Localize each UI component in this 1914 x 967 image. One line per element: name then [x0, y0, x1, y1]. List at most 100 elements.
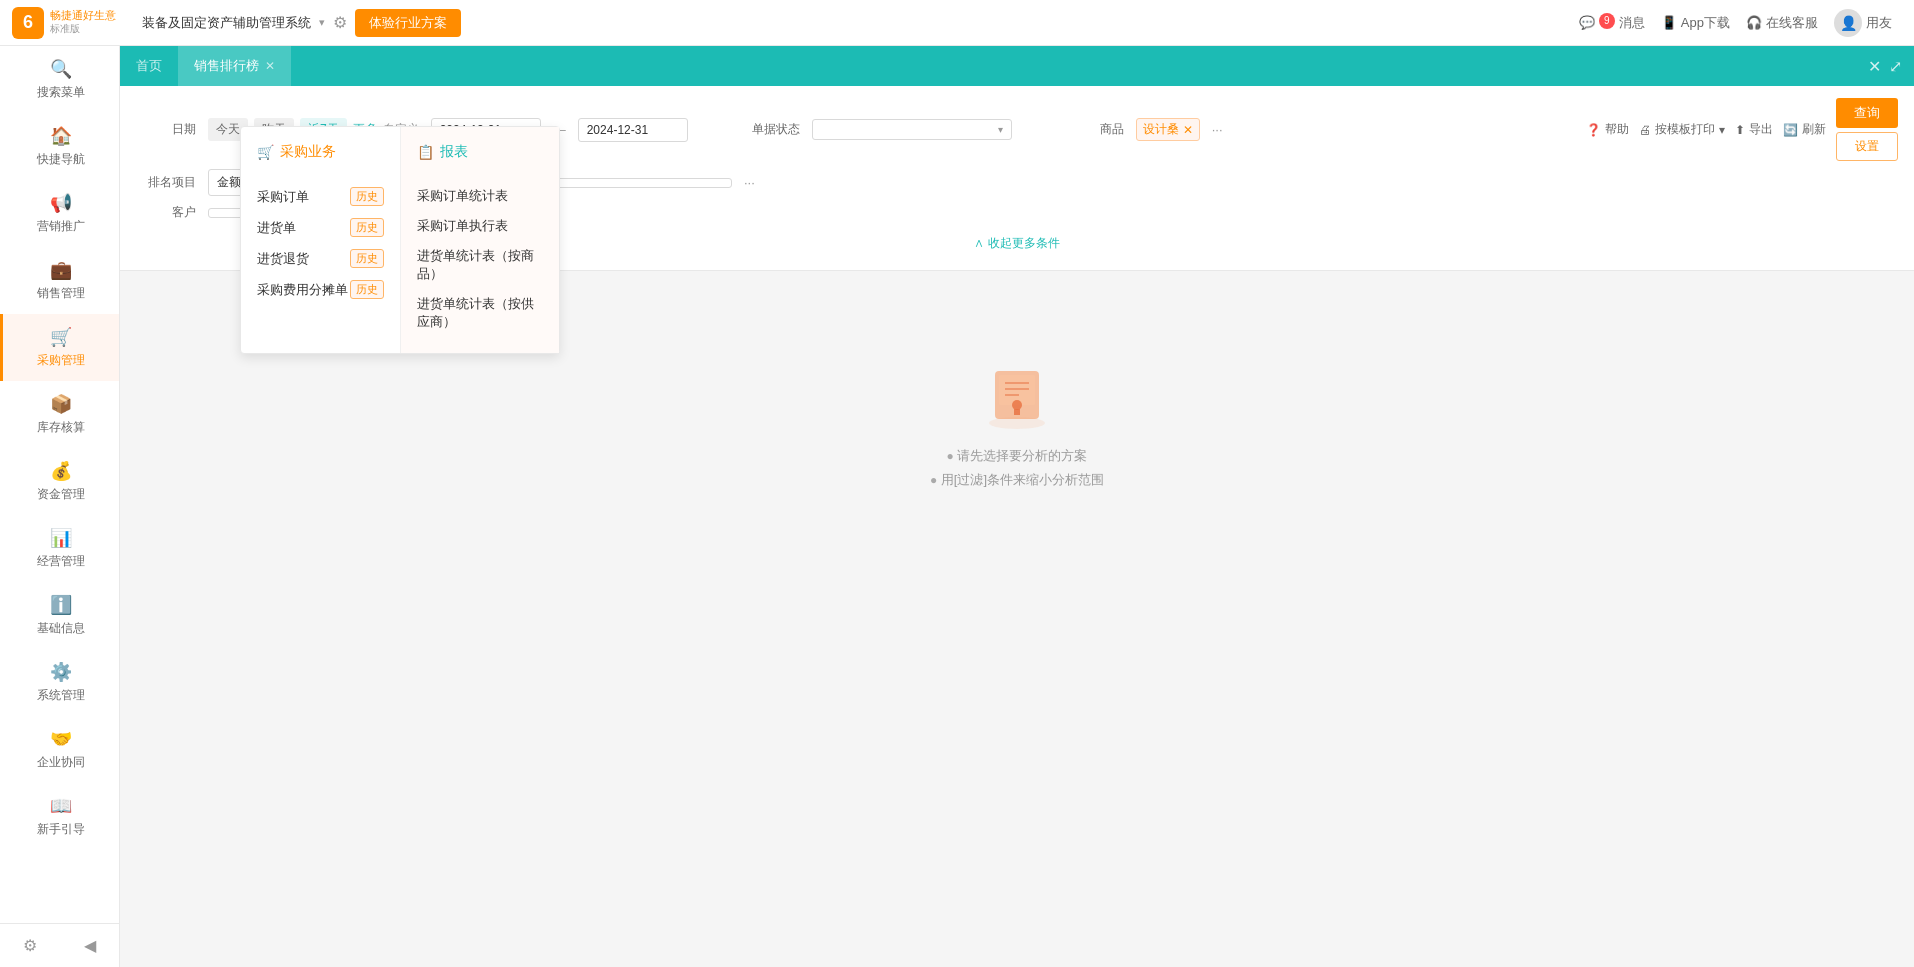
purchase-dropdown-menu: 🛒 采购业务 采购订单 历史 进货单 历史 进货退货 历史 [240, 126, 560, 354]
tab-sales-ranking-label: 销售排行榜 [194, 57, 259, 75]
sidebar-item-enterprise[interactable]: 🤝 企业协同 [0, 716, 119, 783]
operations-icon: 📊 [50, 527, 72, 549]
sidebar-item-operations[interactable]: 📊 经营管理 [0, 515, 119, 582]
goods-more-icon[interactable]: ··· [1212, 122, 1223, 137]
user-action[interactable]: 👤 用友 [1834, 9, 1892, 37]
sidebar-item-quicknav[interactable]: 🏠 快捷导航 [0, 113, 119, 180]
sidebar-item-inventory[interactable]: 📦 库存核算 [0, 381, 119, 448]
sidebar-item-basic-info[interactable]: ℹ️ 基础信息 [0, 582, 119, 649]
tab-home[interactable]: 首页 [120, 46, 178, 86]
settings-button[interactable]: 设置 [1836, 132, 1898, 161]
tab-bar-right: ✕ ⤢ [1868, 57, 1914, 76]
sidebar-item-label: 采购管理 [37, 352, 85, 369]
tab-close-all-icon[interactable]: ✕ [1868, 57, 1881, 76]
guide-icon: 📖 [50, 795, 72, 817]
tab-home-label: 首页 [136, 57, 162, 75]
sidebar-item-search[interactable]: 🔍 搜索菜单 [0, 46, 119, 113]
salesperson-input[interactable] [532, 178, 732, 188]
info-icon: ℹ️ [50, 594, 72, 616]
home-icon: 🏠 [50, 125, 72, 147]
history-badge: 历史 [350, 187, 384, 206]
sidebar-item-label: 搜索菜单 [37, 84, 85, 101]
tab-expand-icon[interactable]: ⤢ [1889, 57, 1902, 76]
sidebar-item-marketing[interactable]: 📢 营销推广 [0, 180, 119, 247]
ranking-value: 金额 [217, 174, 241, 191]
sidebar-item-label: 经营管理 [37, 553, 85, 570]
report-header: 📋 报表 [417, 143, 544, 169]
purchase-icon: 🛒 [50, 326, 72, 348]
user-label: 用友 [1866, 14, 1892, 32]
print-btn[interactable]: 🖨 按模板打印 ▾ [1639, 121, 1725, 138]
dropdown-item-purchase-receipt[interactable]: 进货单 历史 [257, 212, 384, 243]
dropdown-item-order-stats[interactable]: 采购订单统计表 [417, 181, 544, 211]
app-download-action[interactable]: 📱 App下载 [1661, 14, 1730, 32]
sidebar-settings-icon[interactable]: ⚙ [19, 932, 41, 959]
headset-icon: 🎧 [1746, 15, 1762, 30]
query-button[interactable]: 查询 [1836, 98, 1898, 128]
search-icon: 🔍 [50, 58, 72, 80]
salesperson-more-icon[interactable]: ··· [744, 175, 755, 190]
voucher-status-label: 单据状态 [740, 121, 800, 138]
dropdown-item-receipt-by-supplier[interactable]: 进货单统计表（按供应商） [417, 289, 544, 337]
title-dropdown-icon[interactable]: ▾ [319, 16, 325, 29]
message-badge: 9 [1599, 13, 1615, 29]
collapse-label: 收起更多条件 [988, 236, 1060, 250]
main-layout: 🔍 搜索菜单 🏠 快捷导航 📢 营销推广 💼 销售管理 🛒 采购管理 📦 库存核… [0, 46, 1914, 967]
industry-btn[interactable]: 体验行业方案 [355, 9, 461, 37]
settings-icon[interactable]: ⚙ [333, 13, 347, 32]
dropdown-item-purchase-expense[interactable]: 采购费用分摊单 历史 [257, 274, 384, 305]
customer-label: 客户 [136, 204, 196, 221]
system-title: 装备及固定资产辅助管理系统 [142, 14, 311, 32]
dropdown-item-label: 采购订单 [257, 188, 309, 206]
message-label: 消息 [1619, 14, 1645, 32]
sidebar-collapse-icon[interactable]: ◀ [80, 932, 100, 959]
inventory-icon: 📦 [50, 393, 72, 415]
enterprise-icon: 🤝 [50, 728, 72, 750]
tab-close-icon[interactable]: ✕ [265, 59, 275, 73]
dropdown-item-purchase-return[interactable]: 进货退货 历史 [257, 243, 384, 274]
purchase-business-header: 🛒 采购业务 [257, 143, 384, 169]
dropdown-item-label: 采购订单执行表 [417, 217, 508, 235]
sidebar-item-system[interactable]: ⚙️ 系统管理 [0, 649, 119, 716]
sidebar-item-label: 新手引导 [37, 821, 85, 838]
empty-hint-1: ● 请先选择要分析的方案 [947, 447, 1088, 465]
sidebar-item-finance[interactable]: 💰 资金管理 [0, 448, 119, 515]
refresh-btn[interactable]: 🔄 刷新 [1783, 121, 1826, 138]
marketing-icon: 📢 [50, 192, 72, 214]
dropdown-item-order-exec[interactable]: 采购订单执行表 [417, 211, 544, 241]
tab-sales-ranking[interactable]: 销售排行榜 ✕ [178, 46, 291, 86]
goods-tag-close-icon[interactable]: ✕ [1183, 123, 1193, 137]
dropdown-item-label: 采购费用分摊单 [257, 281, 348, 299]
goods-tag-value: 设计桑 [1143, 121, 1179, 138]
logo-icon: 6 [12, 7, 44, 39]
export-btn[interactable]: ⬆ 导出 [1735, 121, 1773, 138]
sidebar-item-label: 基础信息 [37, 620, 85, 637]
report-col: 📋 报表 采购订单统计表 采购订单执行表 进货单统计表（按商品） 进货单统计表（… [401, 127, 560, 353]
sidebar-item-label: 系统管理 [37, 687, 85, 704]
logo-badge: 标准版 [50, 22, 116, 36]
dropdown-item-purchase-order[interactable]: 采购订单 历史 [257, 181, 384, 212]
avatar: 👤 [1834, 9, 1862, 37]
purchase-business-col: 🛒 采购业务 采购订单 历史 进货单 历史 进货退货 历史 [241, 127, 401, 353]
date-label: 日期 [136, 121, 196, 138]
svg-point-3 [1012, 400, 1022, 410]
message-action[interactable]: 💬 9 消息 [1579, 14, 1645, 32]
sidebar-item-label: 库存核算 [37, 419, 85, 436]
dropdown-item-receipt-by-goods[interactable]: 进货单统计表（按商品） [417, 241, 544, 289]
sidebar: 🔍 搜索菜单 🏠 快捷导航 📢 营销推广 💼 销售管理 🛒 采购管理 📦 库存核… [0, 46, 120, 967]
sidebar-item-purchase[interactable]: 🛒 采购管理 [0, 314, 119, 381]
date-to-input[interactable]: 2024-12-31 [578, 118, 688, 142]
help-btn[interactable]: ❓ 帮助 [1586, 121, 1629, 138]
sales-icon: 💼 [50, 259, 72, 281]
voucher-status-select[interactable]: ▾ [812, 119, 1012, 140]
sidebar-item-sales[interactable]: 💼 销售管理 [0, 247, 119, 314]
sidebar-item-guide[interactable]: 📖 新手引导 [0, 783, 119, 850]
header-center: 装备及固定资产辅助管理系统 ▾ ⚙ 体验行业方案 [132, 9, 1579, 37]
export-icon: ⬆ [1735, 123, 1745, 137]
empty-illustration [967, 351, 1067, 431]
goods-label: 商品 [1064, 121, 1124, 138]
print-dropdown-icon: ▾ [1719, 123, 1725, 137]
logo-area: 6 畅捷通好生意 标准版 [12, 7, 132, 39]
date-to-value: 2024-12-31 [587, 123, 648, 137]
online-service-action[interactable]: 🎧 在线客服 [1746, 14, 1818, 32]
